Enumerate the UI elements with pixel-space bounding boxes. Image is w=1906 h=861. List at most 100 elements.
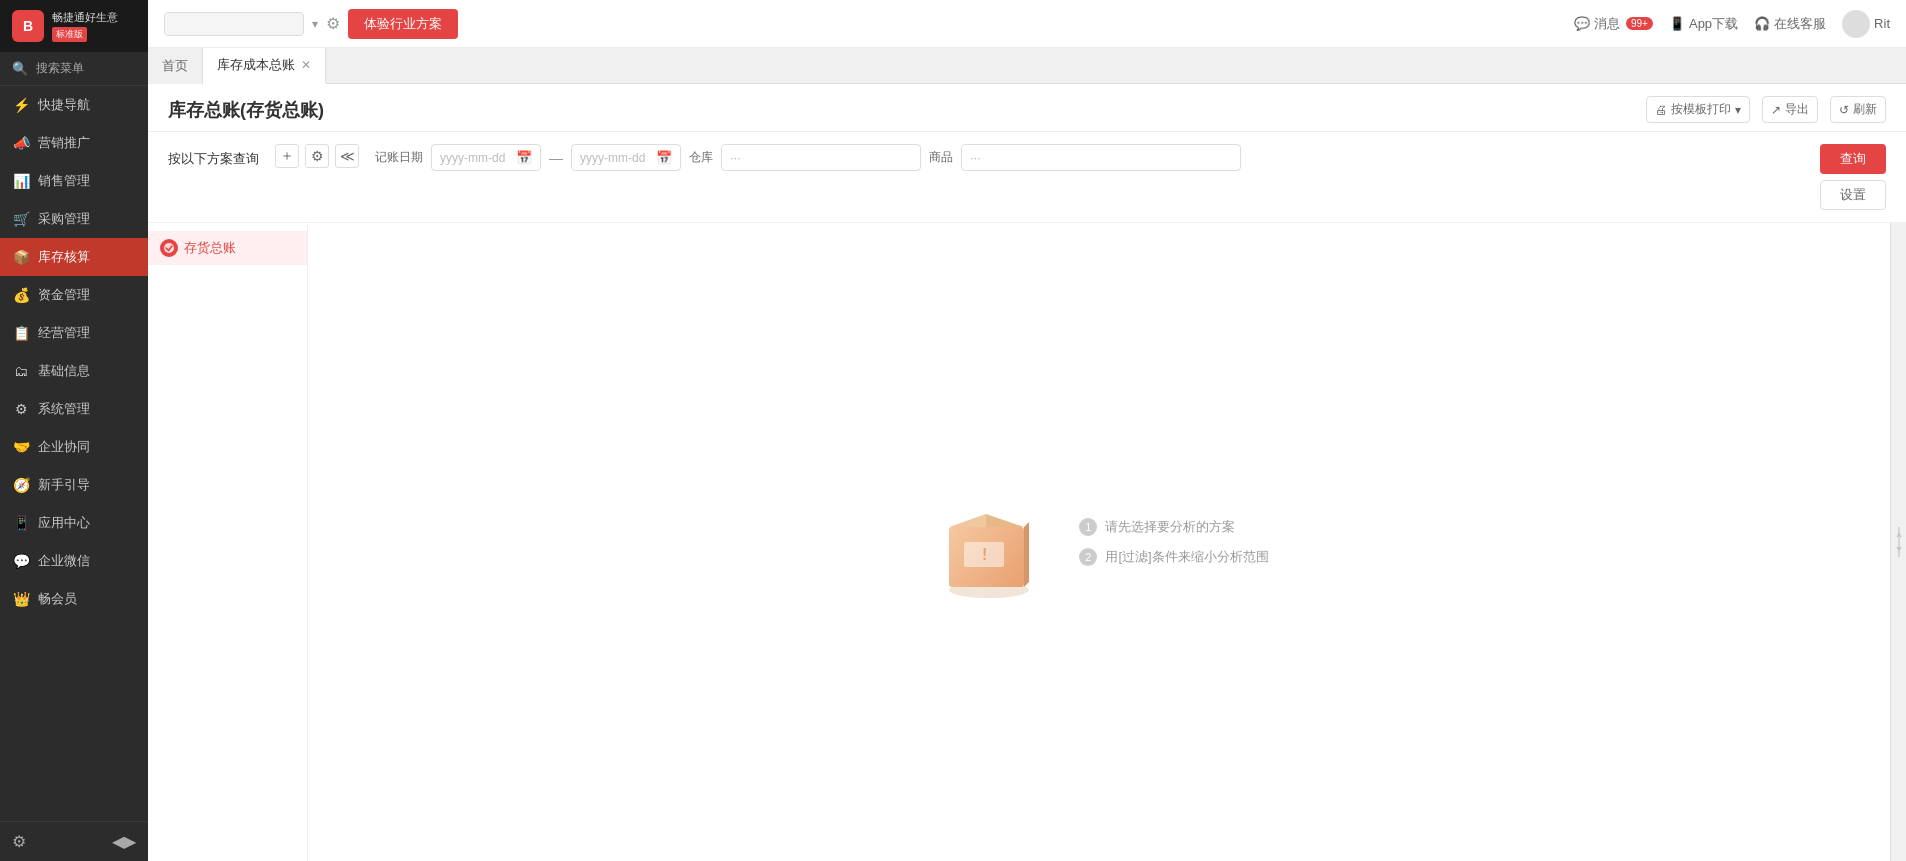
main-area: ▾ ⚙ 体验行业方案 💬 消息 99+ 📱 App下载 🎧 在线客服 Rit bbox=[148, 0, 1906, 861]
scheme-item-inventory-ledger[interactable]: 存货总账 bbox=[148, 231, 307, 265]
phone-icon: 📱 bbox=[1669, 16, 1685, 31]
online-service-item[interactable]: 🎧 在线客服 bbox=[1754, 15, 1826, 33]
basic-info-icon: 🗂 bbox=[12, 362, 30, 380]
sidebar-bottom: ⚙ ◀▶ bbox=[0, 821, 148, 861]
headset-icon: 🎧 bbox=[1754, 16, 1770, 31]
tab-close-icon[interactable]: ✕ bbox=[301, 58, 311, 72]
search-menu-label: 搜索菜单 bbox=[36, 60, 84, 77]
sidebar-item-label: 应用中心 bbox=[38, 514, 90, 532]
printer-icon: 🖨 bbox=[1655, 103, 1667, 117]
logo-icon: B bbox=[12, 10, 44, 42]
message-item[interactable]: 💬 消息 99+ bbox=[1574, 15, 1653, 33]
industry-solution-button[interactable]: 体验行业方案 bbox=[348, 9, 458, 39]
sidebar-item-marketing[interactable]: 📣 营销推广 bbox=[0, 124, 148, 162]
online-service-label: 在线客服 bbox=[1774, 15, 1826, 33]
page-content: 库存总账(存货总账) 🖨 按模板打印 ▾ ↗ 导出 ↺ 刷新 按以下方案查询 bbox=[148, 84, 1906, 861]
version-badge: 标准版 bbox=[52, 27, 87, 42]
sidebar-item-member[interactable]: 👑 畅会员 bbox=[0, 580, 148, 618]
user-name-label: Rit bbox=[1874, 16, 1890, 31]
scheme-panel: 存货总账 bbox=[148, 223, 308, 861]
filter-row-1: 记账日期 yyyy-mm-dd 📅 — yyyy-mm-dd 📅 仓库 ··· … bbox=[375, 144, 1796, 171]
filter-settings-button[interactable]: ⚙ bbox=[305, 144, 329, 168]
query-button[interactable]: 查询 bbox=[1820, 144, 1886, 174]
sidebar-item-label: 库存核算 bbox=[38, 248, 90, 266]
collapse-icon[interactable]: ◀▶ bbox=[112, 832, 136, 851]
hint-number-1: 1 bbox=[1079, 518, 1097, 536]
nav-search-input[interactable] bbox=[164, 12, 304, 36]
print-dropdown-icon: ▾ bbox=[1735, 103, 1741, 117]
sidebar-item-quick-nav[interactable]: ⚡ 快捷导航 bbox=[0, 86, 148, 124]
date-start-input[interactable]: yyyy-mm-dd 📅 bbox=[431, 144, 541, 171]
search-icon: 🔍 bbox=[12, 61, 28, 76]
tab-home-label: 首页 bbox=[162, 57, 188, 75]
sidebar-item-label: 新手引导 bbox=[38, 476, 90, 494]
warehouse-label: 仓库 bbox=[689, 149, 713, 166]
goods-label: 商品 bbox=[929, 149, 953, 166]
warehouse-select[interactable]: ··· bbox=[721, 144, 921, 171]
sidebar-item-label: 销售管理 bbox=[38, 172, 90, 190]
sidebar-item-finance[interactable]: 💰 资金管理 bbox=[0, 276, 148, 314]
sidebar-item-label: 经营管理 bbox=[38, 324, 90, 342]
empty-illustration: ! bbox=[929, 482, 1049, 602]
sidebar-item-label: 快捷导航 bbox=[38, 96, 90, 114]
sidebar-logo: B 畅捷通好生意 标准版 bbox=[0, 0, 148, 52]
apps-icon: 📱 bbox=[12, 514, 30, 532]
sidebar-search[interactable]: 🔍 搜索菜单 bbox=[0, 52, 148, 86]
filter-collapse-button[interactable]: ≪ bbox=[335, 144, 359, 168]
settings-bottom-icon[interactable]: ⚙ bbox=[12, 832, 26, 851]
sidebar-item-label: 企业微信 bbox=[38, 552, 90, 570]
filter-add-button[interactable]: ＋ bbox=[275, 144, 299, 168]
date-end-input[interactable]: yyyy-mm-dd 📅 bbox=[571, 144, 681, 171]
gear-icon[interactable]: ⚙ bbox=[326, 14, 340, 33]
sidebar: B 畅捷通好生意 标准版 🔍 搜索菜单 ⚡ 快捷导航 📣 营销推广 📊 销售管理… bbox=[0, 0, 148, 861]
breadcrumb-nav: ▾ ⚙ bbox=[164, 12, 340, 36]
topbar: ▾ ⚙ 体验行业方案 💬 消息 99+ 📱 App下载 🎧 在线客服 Rit bbox=[148, 0, 1906, 48]
sidebar-item-wechat[interactable]: 💬 企业微信 bbox=[0, 542, 148, 580]
date-separator: — bbox=[549, 150, 563, 166]
sidebar-item-cooperation[interactable]: 🤝 企业协同 bbox=[0, 428, 148, 466]
sidebar-item-inventory[interactable]: 📦 库存核算 bbox=[0, 238, 148, 276]
sidebar-item-operations[interactable]: 📋 经营管理 bbox=[0, 314, 148, 352]
svg-text:!: ! bbox=[982, 546, 987, 563]
topbar-right: 💬 消息 99+ 📱 App下载 🎧 在线客服 Rit bbox=[1574, 10, 1890, 38]
user-avatar-item[interactable]: Rit bbox=[1842, 10, 1890, 38]
tab-inventory-ledger[interactable]: 库存成本总账 ✕ bbox=[203, 48, 326, 84]
goods-select[interactable]: ··· bbox=[961, 144, 1241, 171]
filter-action-buttons: 查询 设置 bbox=[1820, 144, 1886, 210]
app-download-item[interactable]: 📱 App下载 bbox=[1669, 15, 1738, 33]
page-title: 库存总账(存货总账) bbox=[168, 98, 324, 122]
settings-button[interactable]: 设置 bbox=[1820, 180, 1886, 210]
export-button[interactable]: ↗ 导出 bbox=[1762, 96, 1818, 123]
sidebar-item-basic-info[interactable]: 🗂 基础信息 bbox=[0, 352, 148, 390]
print-button[interactable]: 🖨 按模板打印 ▾ bbox=[1646, 96, 1750, 123]
sidebar-item-label: 营销推广 bbox=[38, 134, 90, 152]
tab-inventory-ledger-label: 库存成本总账 bbox=[217, 56, 295, 74]
refresh-button[interactable]: ↺ 刷新 bbox=[1830, 96, 1886, 123]
empty-hint-1: 1 请先选择要分析的方案 bbox=[1079, 518, 1268, 536]
hint-text-1: 请先选择要分析的方案 bbox=[1105, 518, 1235, 536]
operations-icon: 📋 bbox=[12, 324, 30, 342]
sidebar-item-apps[interactable]: 📱 应用中心 bbox=[0, 504, 148, 542]
system-icon: ⚙ bbox=[12, 400, 30, 418]
empty-hint-2: 2 用[过滤]条件来缩小分析范围 bbox=[1079, 548, 1268, 566]
sidebar-item-sales[interactable]: 📊 销售管理 bbox=[0, 162, 148, 200]
filter-add-icons: ＋ ⚙ ≪ bbox=[275, 144, 359, 168]
tabbar: 首页 库存成本总账 ✕ bbox=[148, 48, 1906, 84]
purchase-icon: 🛒 bbox=[12, 210, 30, 228]
filter-area: 按以下方案查询 ＋ ⚙ ≪ 记账日期 yyyy-mm-dd 📅 — yyyy-m… bbox=[148, 132, 1906, 223]
sidebar-item-label: 基础信息 bbox=[38, 362, 90, 380]
finance-icon: 💰 bbox=[12, 286, 30, 304]
hint-number-2: 2 bbox=[1079, 548, 1097, 566]
sidebar-item-label: 系统管理 bbox=[38, 400, 90, 418]
message-icon: 💬 bbox=[1574, 16, 1590, 31]
sidebar-item-purchase[interactable]: 🛒 采购管理 bbox=[0, 200, 148, 238]
right-panel-toggle[interactable] bbox=[1890, 223, 1906, 861]
chevron-down-icon[interactable]: ▾ bbox=[312, 17, 318, 31]
app-download-label: App下载 bbox=[1689, 15, 1738, 33]
filter-inputs: 记账日期 yyyy-mm-dd 📅 — yyyy-mm-dd 📅 仓库 ··· … bbox=[375, 144, 1796, 171]
sidebar-item-system[interactable]: ⚙ 系统管理 bbox=[0, 390, 148, 428]
tab-home[interactable]: 首页 bbox=[148, 48, 203, 84]
inventory-icon: 📦 bbox=[12, 248, 30, 266]
member-icon: 👑 bbox=[12, 590, 30, 608]
sidebar-item-guide[interactable]: 🧭 新手引导 bbox=[0, 466, 148, 504]
